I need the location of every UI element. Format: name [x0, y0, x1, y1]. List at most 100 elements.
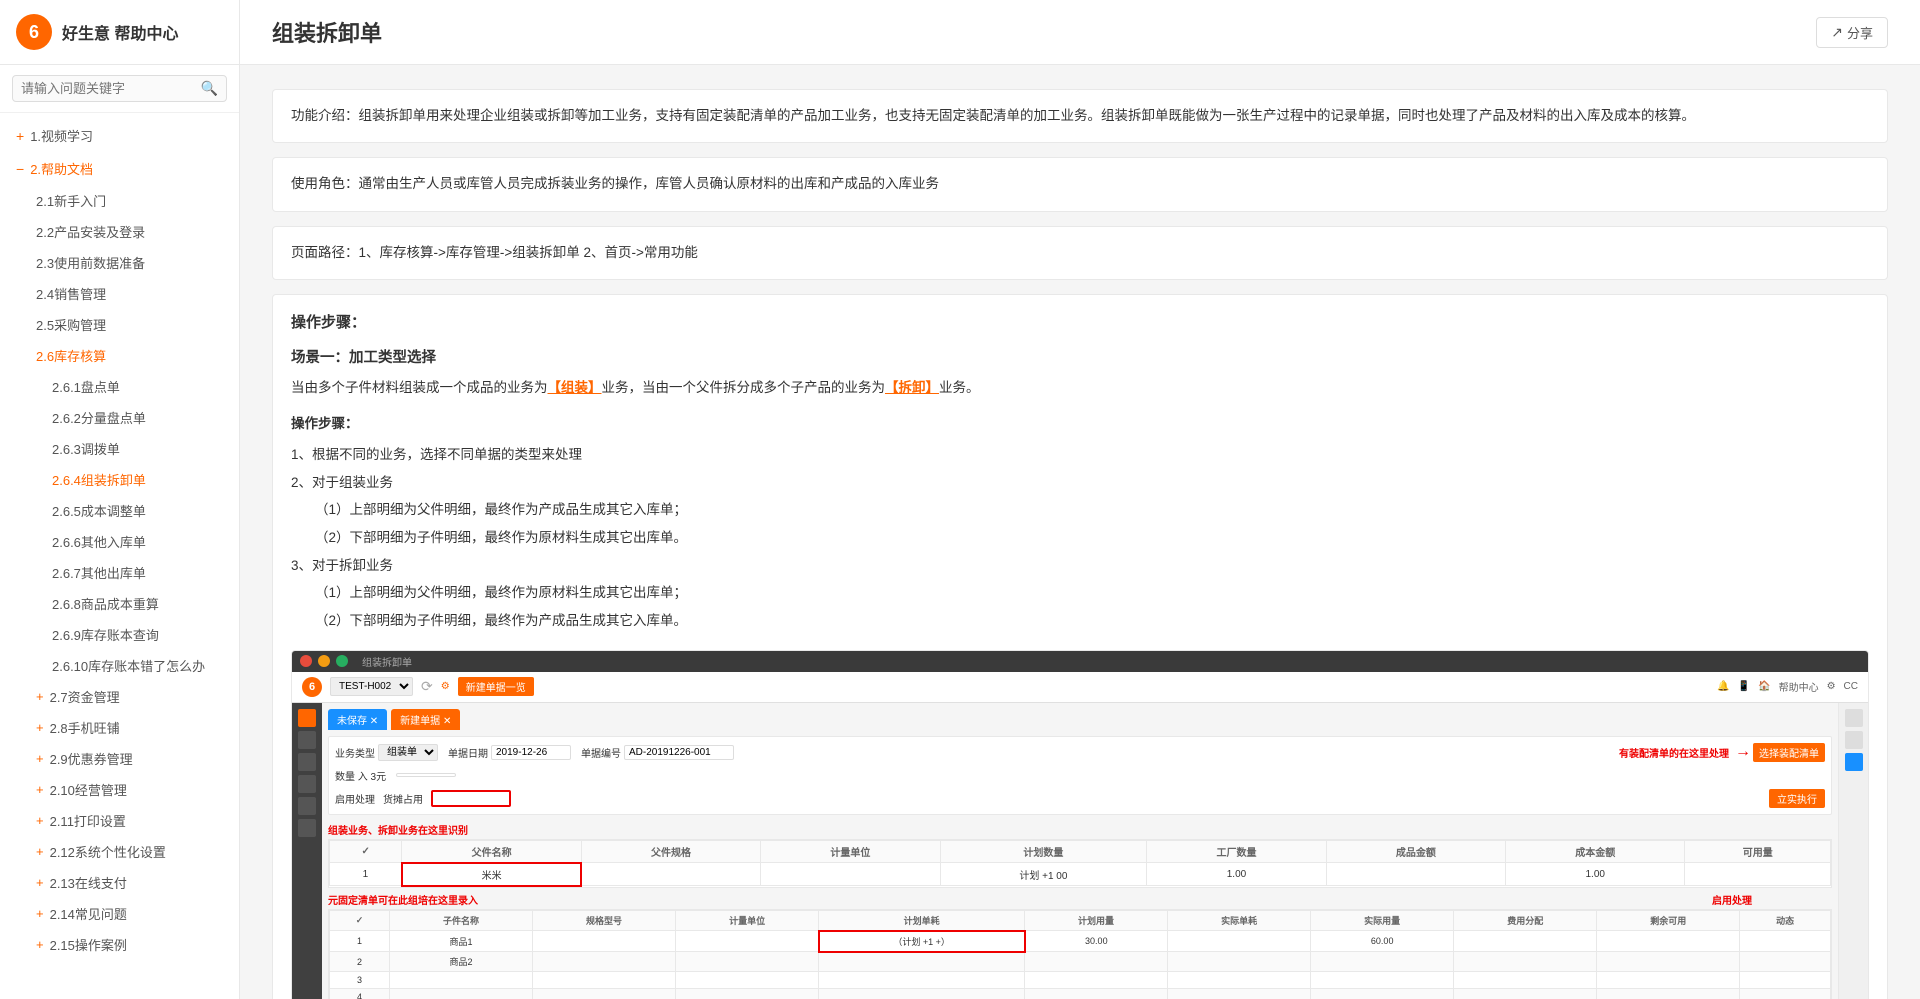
- sidebar-item-help-doc[interactable]: − 2.帮助文档: [0, 152, 239, 185]
- expand-icon: +: [16, 128, 24, 144]
- mock-col-factory-qty: 工厂数量: [1147, 840, 1326, 863]
- mock-sub-input[interactable]: [431, 790, 511, 807]
- search-icon[interactable]: 🔍: [201, 80, 218, 97]
- mock-right-icon-1: [1845, 709, 1863, 727]
- collapse-icon: −: [16, 161, 24, 177]
- assemble-link[interactable]: 【组装】: [548, 380, 602, 395]
- mock-no-input[interactable]: [624, 745, 734, 760]
- mock-col-plan-qty2: 计划用量: [1025, 910, 1168, 931]
- sidebar-item-cases[interactable]: + 2.15操作案例: [0, 929, 239, 960]
- sidebar-item-online-pay[interactable]: + 2.13在线支付: [0, 867, 239, 898]
- sidebar-item-custom[interactable]: + 2.12系统个性化设置: [0, 836, 239, 867]
- search-box[interactable]: 🔍: [12, 75, 227, 102]
- sidebar-item-assembly[interactable]: 2.6.4组装拆卸单: [0, 464, 239, 495]
- mock-col-sub-name: 子件名称: [389, 910, 532, 931]
- sidebar-item-print[interactable]: + 2.11打印设置: [0, 805, 239, 836]
- mock-help-text[interactable]: 帮助中心: [1779, 679, 1819, 694]
- sidebar-item-purchase[interactable]: 2.5采购管理: [0, 309, 239, 340]
- sidebar-item-stock-query[interactable]: 2.6.9库存账本查询: [0, 619, 239, 650]
- mock-col-unit: 计量单位: [761, 840, 940, 863]
- sidebar-item-other-in[interactable]: 2.6.6其他入库单: [0, 526, 239, 557]
- mock-confirm-button[interactable]: 立实执行: [1769, 789, 1825, 808]
- mock-type-select[interactable]: 组装单 拆卸单: [378, 744, 438, 761]
- mock-gear-icon[interactable]: ⚙: [1827, 681, 1836, 692]
- mock-lower-table: ✓ 子件名称 规格型号 计量单位 计划单耗 计划用量 实际单耗 实际用量 费用分: [329, 910, 1831, 999]
- mock-cell: 米米: [402, 863, 581, 886]
- mock-annotation-right-text: 有装配清单的在这里处理: [1619, 745, 1729, 760]
- disassemble-sub-steps: （1）上部明细为父件明细，最终作为原材料生成其它出库单； （2）下部明细为子件明…: [291, 580, 1869, 633]
- table-row: 4: [330, 989, 1831, 999]
- sidebar-item-goods-cost[interactable]: 2.6.8商品成本重算: [0, 588, 239, 619]
- mock-tab-unsaved[interactable]: 未保存 ✕: [328, 709, 387, 730]
- step-1: 1、根据不同的业务，选择不同单据的类型来处理: [291, 442, 1869, 468]
- mock-upper-table: ✓ 父件名称 父件规格 计量单位 计划数量 工厂数量 成品金额 成本金额 可用量: [329, 840, 1831, 887]
- mock-arrow-area: → 选择装配清单: [1735, 743, 1825, 762]
- mock-cell: 1: [330, 931, 390, 952]
- disassemble-link[interactable]: 【拆卸】: [885, 380, 939, 395]
- table-row: 1 商品1 （计划 +1 +） 30.00 60.00: [330, 931, 1831, 952]
- mock-sidebar-icon-1: [298, 709, 316, 727]
- operations-heading: 操作步骤：: [291, 311, 1869, 332]
- mock-cell: [1740, 931, 1831, 952]
- mock-date-field: 单据日期: [448, 745, 571, 760]
- sidebar-item-other-out[interactable]: 2.6.7其他出库单: [0, 557, 239, 588]
- step-3: 3、对于拆卸业务: [291, 553, 1869, 579]
- expand-icon: +: [36, 782, 44, 797]
- sidebar-item-stocktake[interactable]: 2.6.1盘点单: [0, 371, 239, 402]
- mock-cell: [533, 931, 676, 952]
- sidebar-item-video[interactable]: + 1.视频学习: [0, 119, 239, 152]
- path-intro-box: 页面路径：1、库存核算->库存管理->组装拆卸单 2、首页->常用功能: [272, 226, 1888, 280]
- mock-col-remain: 剩余可用: [1597, 910, 1740, 931]
- sidebar-item-cost-adj[interactable]: 2.6.5成本调整单: [0, 495, 239, 526]
- sidebar: 6 好生意 帮助中心 🔍 + 1.视频学习 − 2.帮助文档 2.1新手入门 2…: [0, 0, 240, 999]
- disassemble-step-1: （1）上部明细为父件明细，最终作为原材料生成其它出库单；: [315, 580, 1869, 606]
- sidebar-item-label: 2.12系统个性化设置: [50, 842, 166, 861]
- mock-sidebar-icon-4: [298, 775, 316, 793]
- mock-right-sidebar: [1838, 703, 1868, 999]
- mock-no-label: 单据编号: [581, 745, 621, 760]
- assemble-step-1: （1）上部明细为父件明细，最终作为产成品生成其它入库单；: [315, 497, 1869, 523]
- sidebar-item-partial-stocktake[interactable]: 2.6.2分量盘点单: [0, 402, 239, 433]
- mock-date-input[interactable]: [491, 745, 571, 760]
- sidebar-item-label: 2.13在线支付: [50, 873, 127, 892]
- mock-cell: [1326, 863, 1505, 886]
- mock-topbar-icons: 🔔 📱 🏠 帮助中心 ⚙ CC: [1717, 679, 1858, 694]
- search-input[interactable]: [21, 81, 201, 96]
- mock-phone-icon[interactable]: 📱: [1738, 681, 1750, 692]
- sidebar-item-data-prep[interactable]: 2.3使用前数据准备: [0, 247, 239, 278]
- mock-cell: 商品1: [389, 931, 532, 952]
- expand-icon: +: [36, 813, 44, 828]
- mock-lower-table-container: ✓ 子件名称 规格型号 计量单位 计划单耗 计划用量 实际单耗 实际用量 费用分: [328, 909, 1832, 999]
- mock-sidebar-icon-6: [298, 819, 316, 837]
- share-label: 分享: [1847, 23, 1873, 42]
- expand-icon: +: [36, 720, 44, 735]
- share-button[interactable]: ↗ 分享: [1816, 17, 1888, 48]
- sidebar-item-operations[interactable]: + 2.10经营管理: [0, 774, 239, 805]
- mock-tab-new-doc[interactable]: 新建单据 ✕: [391, 709, 460, 730]
- logo-area: 6 好生意 帮助中心: [0, 0, 239, 65]
- sidebar-item-newbie[interactable]: 2.1新手入门: [0, 185, 239, 216]
- sidebar-item-mobile[interactable]: + 2.8手机旺铺: [0, 712, 239, 743]
- sidebar-item-label: 2.6.5成本调整单: [52, 501, 146, 520]
- function-intro-box: 功能介绍：组装拆卸单用来处理企业组装或拆卸等加工业务，支持有固定装配清单的产品加…: [272, 89, 1888, 143]
- mock-cell: （计划 +1 +）: [819, 931, 1025, 952]
- mock-org-select[interactable]: TEST-H002: [330, 677, 413, 696]
- sidebar-item-inventory[interactable]: 2.6库存核算: [0, 340, 239, 371]
- logo-icon: 6: [16, 14, 52, 50]
- mock-home-icon[interactable]: 🏠: [1758, 681, 1770, 692]
- mock-col-actual-qty: 实际用量: [1311, 910, 1454, 931]
- sidebar-item-install[interactable]: 2.2产品安装及登录: [0, 216, 239, 247]
- mock-select-bom-button[interactable]: 选择装配清单: [1753, 743, 1825, 762]
- sidebar-item-sales[interactable]: 2.4销售管理: [0, 278, 239, 309]
- mock-user-avatar[interactable]: CC: [1844, 681, 1858, 692]
- expand-icon: +: [36, 751, 44, 766]
- mock-bell-icon[interactable]: 🔔: [1717, 681, 1729, 692]
- screenshot-wrapper: 组装拆卸单 6 TEST-H002 ⟳ ⚙ 新建单据一览 🔔 📱 🏠 帮助: [291, 650, 1869, 999]
- sidebar-item-faq[interactable]: + 2.14常见问题: [0, 898, 239, 929]
- sidebar-item-finance[interactable]: + 2.7资金管理: [0, 681, 239, 712]
- mock-col-plan-use: 计划单耗: [819, 910, 1025, 931]
- mock-new-doc-button[interactable]: 新建单据一览: [458, 677, 534, 696]
- sidebar-item-transfer[interactable]: 2.6.3调拨单: [0, 433, 239, 464]
- sidebar-item-coupon[interactable]: + 2.9优惠券管理: [0, 743, 239, 774]
- sidebar-item-account-err[interactable]: 2.6.10库存账本错了怎么办: [0, 650, 239, 681]
